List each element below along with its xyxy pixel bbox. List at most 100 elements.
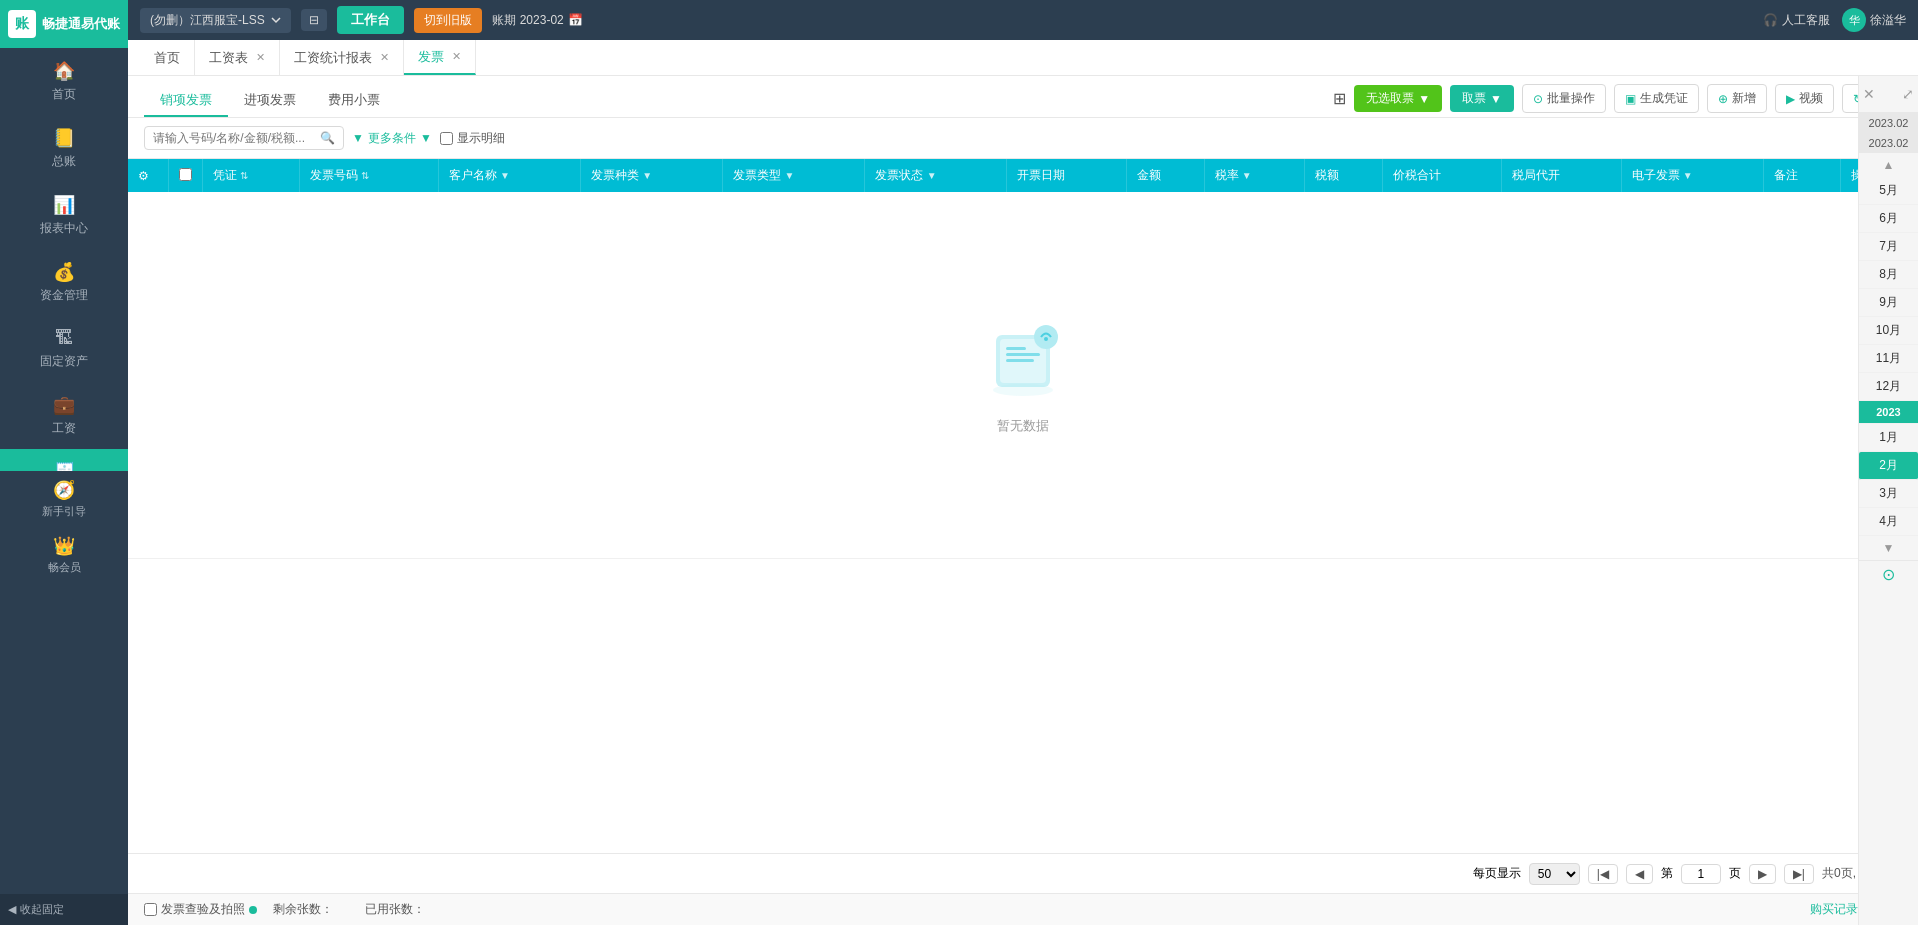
prev-page-btn[interactable]: ◀ <box>1626 864 1653 884</box>
search-input[interactable] <box>153 131 316 145</box>
date-month-1[interactable]: 1月 <box>1859 424 1918 452</box>
col-invoice-category[interactable]: 发票类型 ▼ <box>723 159 865 192</box>
tab-payroll-stats-close[interactable]: ✕ <box>380 51 389 64</box>
page-input[interactable] <box>1681 864 1721 884</box>
date-year-header-prev2[interactable]: 2023.02 <box>1859 133 1918 153</box>
tab-payroll-table[interactable]: 工资表 ✕ <box>195 40 280 75</box>
subtab-sales-invoice[interactable]: 销项发票 <box>144 85 228 117</box>
no-selection-btn[interactable]: 无选取票 ▼ <box>1354 85 1442 112</box>
date-month-2[interactable]: 2月 <box>1859 452 1918 480</box>
sidebar-item-guide[interactable]: 🧭 新手引导 <box>0 471 128 527</box>
last-page-btn[interactable]: ▶| <box>1784 864 1814 884</box>
date-panel-close-btn[interactable]: ✕ <box>1863 80 1875 108</box>
workbench-btn[interactable]: 工作台 <box>337 6 404 34</box>
tab-invoices[interactable]: 发票 ✕ <box>404 40 476 75</box>
first-page-btn[interactable]: |◀ <box>1588 864 1618 884</box>
search-toolbar: 🔍 ▼ 更多条件 ▼ 显示明细 <box>128 118 1918 159</box>
sidebar-item-funds[interactable]: 💰 资金管理 <box>0 249 128 316</box>
sidebar-item-member[interactable]: 👑 畅会员 <box>0 527 128 583</box>
app-logo[interactable]: 账 畅捷通易代账 <box>0 0 128 48</box>
sidebar-collapse-btn[interactable]: ◀ 收起固定 <box>0 894 128 925</box>
col-customer-name[interactable]: 客户名称 ▼ <box>438 159 580 192</box>
subtab-expense-receipt[interactable]: 费用小票 <box>312 85 396 117</box>
date-panel-maximize-btn[interactable]: ⤢ <box>1902 80 1914 108</box>
date-month-9[interactable]: 9月 <box>1859 289 1918 317</box>
sidebar-item-label: 报表中心 <box>40 220 88 237</box>
col-open-date[interactable]: 开票日期 <box>1007 159 1126 192</box>
customer-service-btn[interactable]: 🎧 人工客服 <box>1763 12 1830 29</box>
col-invoice-no[interactable]: 发票号码 ⇅ <box>299 159 438 192</box>
new-btn[interactable]: ⊕ 新增 <box>1707 84 1767 113</box>
empty-illustration <box>978 315 1068 405</box>
copy-btn[interactable]: ⊟ <box>301 9 327 31</box>
filter-arrow-icon: ▼ <box>420 131 432 145</box>
filter-icon: ▼ <box>1242 170 1252 181</box>
sidebar-item-ledger[interactable]: 📒 总账 <box>0 115 128 182</box>
col-tax-rate[interactable]: 税率 ▼ <box>1204 159 1305 192</box>
sidebar-item-label: 首页 <box>52 86 76 103</box>
tab-payroll-stats[interactable]: 工资统计报表 ✕ <box>280 40 404 75</box>
tab-invoices-close[interactable]: ✕ <box>452 50 461 63</box>
guide-icon: 🧭 <box>53 479 75 501</box>
sidebar-item-label: 资金管理 <box>40 287 88 304</box>
next-page-btn[interactable]: ▶ <box>1749 864 1776 884</box>
date-month-10[interactable]: 10月 <box>1859 317 1918 345</box>
gen-voucher-btn[interactable]: ▣ 生成凭证 <box>1614 84 1699 113</box>
col-settings[interactable]: ⚙ <box>128 159 168 192</box>
dropdown-arrow-icon: ▼ <box>1418 92 1430 106</box>
col-invoice-type[interactable]: 发票种类 ▼ <box>580 159 722 192</box>
date-month-6[interactable]: 6月 <box>1859 205 1918 233</box>
sidebar-item-assets[interactable]: 🏗 固定资产 <box>0 316 128 382</box>
col-checkbox[interactable] <box>168 159 202 192</box>
col-e-invoice[interactable]: 电子发票 ▼ <box>1621 159 1763 192</box>
svg-point-7 <box>1044 337 1048 341</box>
col-voucher[interactable]: 凭证 ⇅ <box>202 159 299 192</box>
subtab-purchase-invoice[interactable]: 进项发票 <box>228 85 312 117</box>
purchase-record-link[interactable]: 购买记录 <box>1810 901 1858 918</box>
col-amount[interactable]: 金额 <box>1126 159 1204 192</box>
col-total[interactable]: 价税合计 <box>1382 159 1501 192</box>
company-selector[interactable]: (勿删）江西服宝-LSS <box>140 8 291 33</box>
sidebar-item-payroll[interactable]: 💼 工资 <box>0 382 128 449</box>
col-tax-amount[interactable]: 税额 <box>1305 159 1383 192</box>
check-label[interactable]: 发票查验及拍照 <box>144 901 257 918</box>
date-month-7[interactable]: 7月 <box>1859 233 1918 261</box>
check-checkbox[interactable] <box>144 903 157 916</box>
toolbar-inline-right: ⊞ 无选取票 ▼ 取票 ▼ ⊙ 批量操作 ▣ 生成凭证 ⊕ <box>1333 84 1902 117</box>
sidebar-item-home[interactable]: 🏠 首页 <box>0 48 128 115</box>
date-month-4[interactable]: 4月 <box>1859 508 1918 536</box>
show-detail-check[interactable] <box>440 132 453 145</box>
col-tax-office[interactable]: 税局代开 <box>1502 159 1621 192</box>
sidebar-item-invoices[interactable]: 🧾 发票管理 <box>0 449 128 471</box>
tab-payroll-table-close[interactable]: ✕ <box>256 51 265 64</box>
date-month-3[interactable]: 3月 <box>1859 480 1918 508</box>
video-btn[interactable]: ▶ 视频 <box>1775 84 1834 113</box>
filter-icon: ▼ <box>352 131 364 145</box>
date-current-year[interactable]: 2023 <box>1859 401 1918 424</box>
topbar: (勿删）江西服宝-LSS ⊟ 工作台 切到旧版 账期 2023-02 📅 🎧 人… <box>128 0 1918 40</box>
search-input-wrapper[interactable]: 🔍 <box>144 126 344 150</box>
date-bottom-icon[interactable]: ⊙ <box>1882 565 1895 584</box>
col-invoice-status[interactable]: 发票状态 ▼ <box>865 159 1007 192</box>
date-scroll-down-btn[interactable]: ▼ <box>1859 536 1918 560</box>
date-month-11[interactable]: 11月 <box>1859 345 1918 373</box>
date-year-header-prev1[interactable]: 2023.02 <box>1859 113 1918 133</box>
date-month-8[interactable]: 8月 <box>1859 261 1918 289</box>
date-month-5[interactable]: 5月 <box>1859 177 1918 205</box>
select-all-checkbox[interactable] <box>179 168 192 181</box>
more-filters-btn[interactable]: ▼ 更多条件 ▼ <box>352 130 432 147</box>
col-remark[interactable]: 备注 <box>1763 159 1841 192</box>
tab-home[interactable]: 首页 <box>140 40 195 75</box>
take-ticket-btn[interactable]: 取票 ▼ <box>1450 85 1514 112</box>
check-text: 发票查验及拍照 <box>161 901 245 918</box>
page-size-select[interactable]: 20 50 100 <box>1529 863 1580 885</box>
user-avatar[interactable]: 华 徐溢华 <box>1842 8 1906 32</box>
batch-ops-btn[interactable]: ⊙ 批量操作 <box>1522 84 1606 113</box>
date-scroll-up-btn[interactable]: ▲ <box>1859 153 1918 177</box>
date-month-12[interactable]: 12月 <box>1859 373 1918 401</box>
switch-old-version-btn[interactable]: 切到旧版 <box>414 8 482 33</box>
sidebar-item-reports[interactable]: 📊 报表中心 <box>0 182 128 249</box>
show-detail-checkbox[interactable]: 显示明细 <box>440 130 505 147</box>
funds-icon: 💰 <box>53 261 75 283</box>
home-icon: 🏠 <box>53 60 75 82</box>
